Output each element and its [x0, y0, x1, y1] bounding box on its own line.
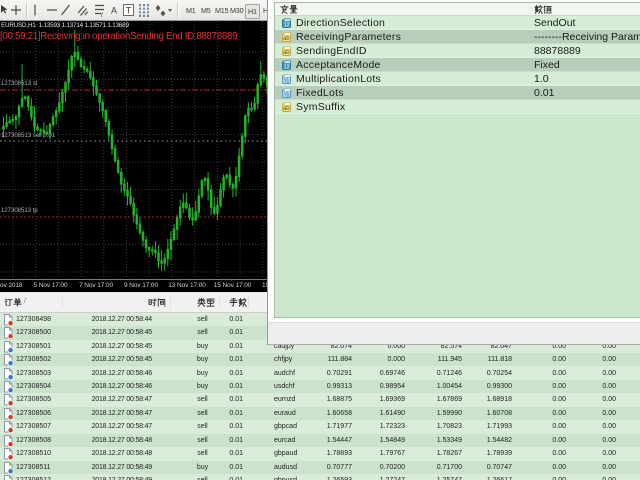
svg-text:½: ½ — [284, 77, 289, 84]
svg-text:ab: ab — [283, 106, 290, 112]
svg-text:ab: ab — [283, 36, 290, 42]
svg-text:½: ½ — [284, 91, 289, 98]
svg-text:12: 12 — [284, 22, 290, 28]
svg-text:ab: ab — [283, 50, 290, 56]
svg-text:12: 12 — [284, 64, 290, 70]
